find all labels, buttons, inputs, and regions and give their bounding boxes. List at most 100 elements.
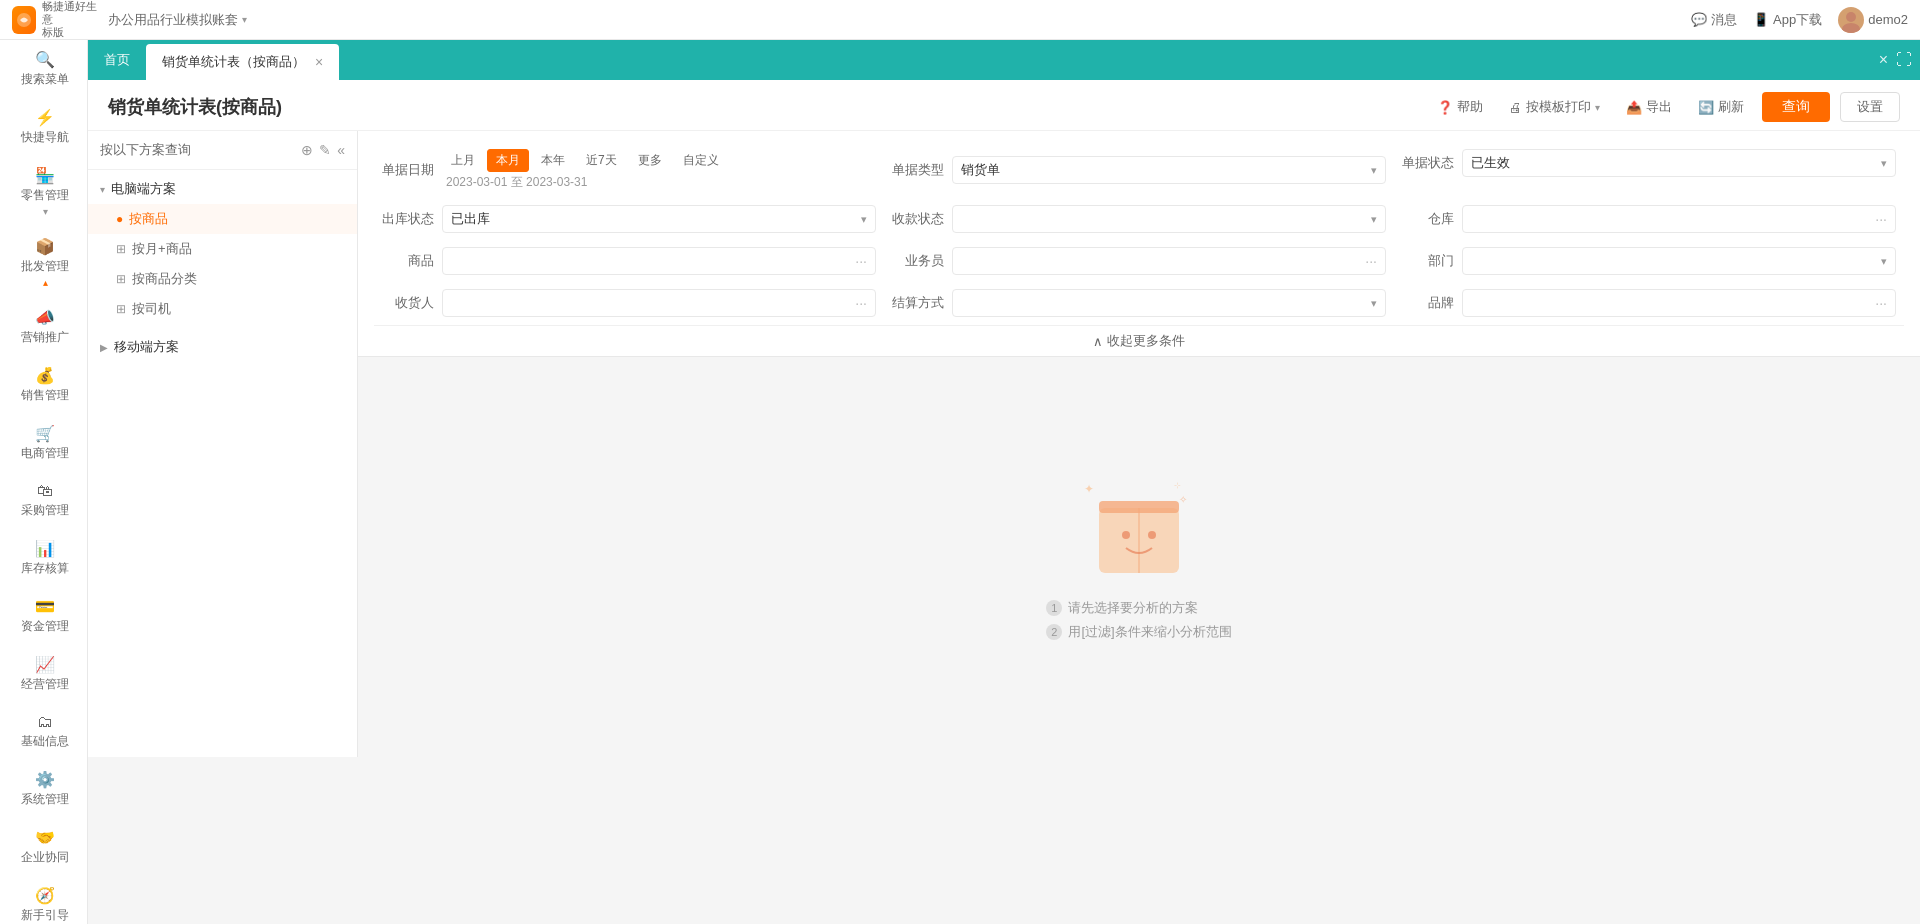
sidebar-item-marketing[interactable]: 📣 营销推广: [0, 298, 87, 356]
sidebar-item-inventory[interactable]: 📊 库存核算: [0, 529, 87, 587]
sidebar-item-system[interactable]: ⚙️ 系统管理: [0, 760, 87, 818]
filter-wh-status-label: 出库状态: [382, 210, 434, 228]
tab-minimize-button[interactable]: ×: [1879, 51, 1888, 69]
settings-button[interactable]: 设置: [1840, 92, 1900, 122]
user-avatar[interactable]: demo2: [1838, 7, 1908, 33]
home-tab-label: 首页: [104, 51, 130, 69]
scheme-item-icon-product: ●: [116, 212, 123, 226]
filter-salesman-input[interactable]: ···: [952, 247, 1386, 275]
scheme-item-by-product[interactable]: ● 按商品: [88, 204, 357, 234]
filter-receiver-cell: 收货人 ···: [374, 283, 884, 323]
sidebar-item-basic[interactable]: 🗂 基础信息: [0, 703, 87, 760]
print-arrow-icon: ▾: [1595, 102, 1600, 113]
sidebar-item-guide[interactable]: 🧭 新手引导: [0, 876, 87, 924]
sidebar-enterprise-label: 企业协同: [21, 849, 69, 866]
empty-illustration: ✦ ✧ ⊹: [1074, 473, 1204, 583]
filter-status-arrow-icon: ▾: [1881, 157, 1887, 170]
sidebar-retail-label: 零售管理: [21, 187, 69, 204]
scheme-group-mobile-header[interactable]: ▶ 移动端方案: [88, 332, 357, 362]
scheme-group-mobile: ▶ 移动端方案: [88, 328, 357, 366]
filter-receiver-input[interactable]: ···: [442, 289, 876, 317]
scheme-item-by-category[interactable]: ⊞ 按商品分类: [88, 264, 357, 294]
wholesale-icon: 📦: [35, 237, 55, 256]
guide-icon: 🧭: [35, 886, 55, 905]
scheme-item-label-cashier: 按司机: [132, 300, 171, 318]
svg-text:✧: ✧: [1179, 494, 1187, 505]
help-button[interactable]: ❓ 帮助: [1429, 94, 1491, 120]
sidebar-item-search[interactable]: 🔍 搜索菜单: [0, 40, 87, 98]
active-tab-label: 销货单统计表（按商品）: [162, 53, 305, 71]
tab-bar: 首页 销货单统计表（按商品） × × ⛶: [88, 40, 1920, 80]
refresh-button[interactable]: 🔄 刷新: [1690, 94, 1752, 120]
print-button[interactable]: 🖨 按模板打印 ▾: [1501, 94, 1608, 120]
system-icon: ⚙️: [35, 770, 55, 789]
scheme-item-by-cashier[interactable]: ⊞ 按司机: [88, 294, 357, 324]
filter-payment-input[interactable]: ▾: [952, 289, 1386, 317]
date-btn-custom[interactable]: 自定义: [674, 149, 728, 172]
date-btn-last-month[interactable]: 上月: [442, 149, 484, 172]
filter-type-arrow-icon: ▾: [1371, 164, 1377, 177]
scheme-group-desktop-label: 电脑端方案: [111, 180, 176, 198]
app-download-button[interactable]: 📱 App下载: [1753, 11, 1822, 29]
filter-salesman-dots-icon: ···: [1365, 253, 1377, 269]
filter-pay-status-input[interactable]: ▾: [952, 205, 1386, 233]
retail-icon: 🏪: [35, 166, 55, 185]
filter-product-input[interactable]: ···: [442, 247, 876, 275]
tab-maximize-button[interactable]: ⛶: [1896, 51, 1912, 69]
scheme-item-label-category: 按商品分类: [132, 270, 197, 288]
username-label: demo2: [1868, 12, 1908, 27]
sidebar-item-sales[interactable]: 💰 销售管理: [0, 356, 87, 414]
tab-active[interactable]: 销货单统计表（按商品） ×: [146, 44, 339, 80]
empty-tip-1: 1 请先选择要分析的方案: [1046, 599, 1231, 617]
filter-wh-input[interactable]: ···: [1462, 205, 1896, 233]
query-button[interactable]: 查询: [1762, 92, 1830, 122]
tab-home[interactable]: 首页: [88, 40, 146, 80]
filter-brand-input[interactable]: ···: [1462, 289, 1896, 317]
filter-status-input[interactable]: 已生效 ▾: [1462, 149, 1896, 177]
date-btn-more[interactable]: 更多: [629, 149, 671, 172]
message-label: 消息: [1711, 11, 1737, 29]
sidebar-item-ecommerce[interactable]: 🛒 电商管理: [0, 414, 87, 472]
scheme-group-desktop: ▾ 电脑端方案 ● 按商品 ⊞ 按月+商品 ⊞: [88, 170, 357, 328]
scheme-group-desktop-header[interactable]: ▾ 电脑端方案: [88, 174, 357, 204]
filter-dept-cell: 部门 ▾: [1394, 241, 1904, 281]
filter-status-label: 单据状态: [1402, 154, 1454, 172]
operations-icon: 📈: [35, 655, 55, 674]
tab-bar-right: × ⛶: [1879, 40, 1920, 80]
logo-area: 畅捷通好生意 标版: [12, 0, 100, 39]
filter-dept-input[interactable]: ▾: [1462, 247, 1896, 275]
filter-type-input[interactable]: 销货单 ▾: [952, 156, 1386, 184]
date-btn-7days[interactable]: 近7天: [577, 149, 626, 172]
sidebar-item-wholesale[interactable]: 📦 批发管理 ▴: [0, 227, 87, 298]
tip-num-2: 2: [1046, 624, 1062, 640]
top-nav: 畅捷通好生意 标版 办公用品行业模拟账套 ▾ 💬 消息 📱 App下载 demo…: [0, 0, 1920, 40]
sidebar-search-label: 搜索菜单: [21, 71, 69, 88]
date-btn-this-month[interactable]: 本月: [487, 149, 529, 172]
filter-wh-status-input[interactable]: 已出库 ▾: [442, 205, 876, 233]
scheme-collapse-button[interactable]: «: [337, 142, 345, 158]
message-button[interactable]: 💬 消息: [1691, 11, 1737, 29]
tip-text-1: 请先选择要分析的方案: [1068, 599, 1198, 617]
svg-point-1: [1846, 12, 1856, 22]
scheme-group-mobile-label: 移动端方案: [114, 338, 179, 356]
scheme-add-button[interactable]: ⊕: [301, 142, 313, 158]
industry-select[interactable]: 办公用品行业模拟账套 ▾: [108, 11, 247, 29]
filter-wh-arrow-icon: ▾: [861, 213, 867, 226]
sidebar-item-nav[interactable]: ⚡ 快捷导航: [0, 98, 87, 156]
sidebar-item-finance[interactable]: 💳 资金管理: [0, 587, 87, 645]
scheme-item-by-month-product[interactable]: ⊞ 按月+商品: [88, 234, 357, 264]
message-icon: 💬: [1691, 12, 1707, 27]
tab-close-button[interactable]: ×: [315, 54, 323, 70]
page-action-bar: ❓ 帮助 🖨 按模板打印 ▾ 📤 导出 🔄 刷新: [1429, 92, 1900, 122]
filter-status-cell: 单据状态 已生效 ▾: [1394, 143, 1904, 183]
sidebar-item-retail[interactable]: 🏪 零售管理 ▾: [0, 156, 87, 227]
collapse-filter-button[interactable]: ∧ 收起更多条件: [374, 325, 1904, 356]
export-button[interactable]: 📤 导出: [1618, 94, 1680, 120]
sidebar-item-purchase[interactable]: 🛍 采购管理: [0, 472, 87, 529]
scheme-edit-button[interactable]: ✎: [319, 142, 331, 158]
sidebar-item-operations[interactable]: 📈 经营管理: [0, 645, 87, 703]
date-btn-this-year[interactable]: 本年: [532, 149, 574, 172]
wholesale-arrow-icon: ▴: [43, 277, 48, 288]
print-label: 按模板打印: [1526, 98, 1591, 116]
sidebar-item-enterprise[interactable]: 🤝 企业协同: [0, 818, 87, 876]
